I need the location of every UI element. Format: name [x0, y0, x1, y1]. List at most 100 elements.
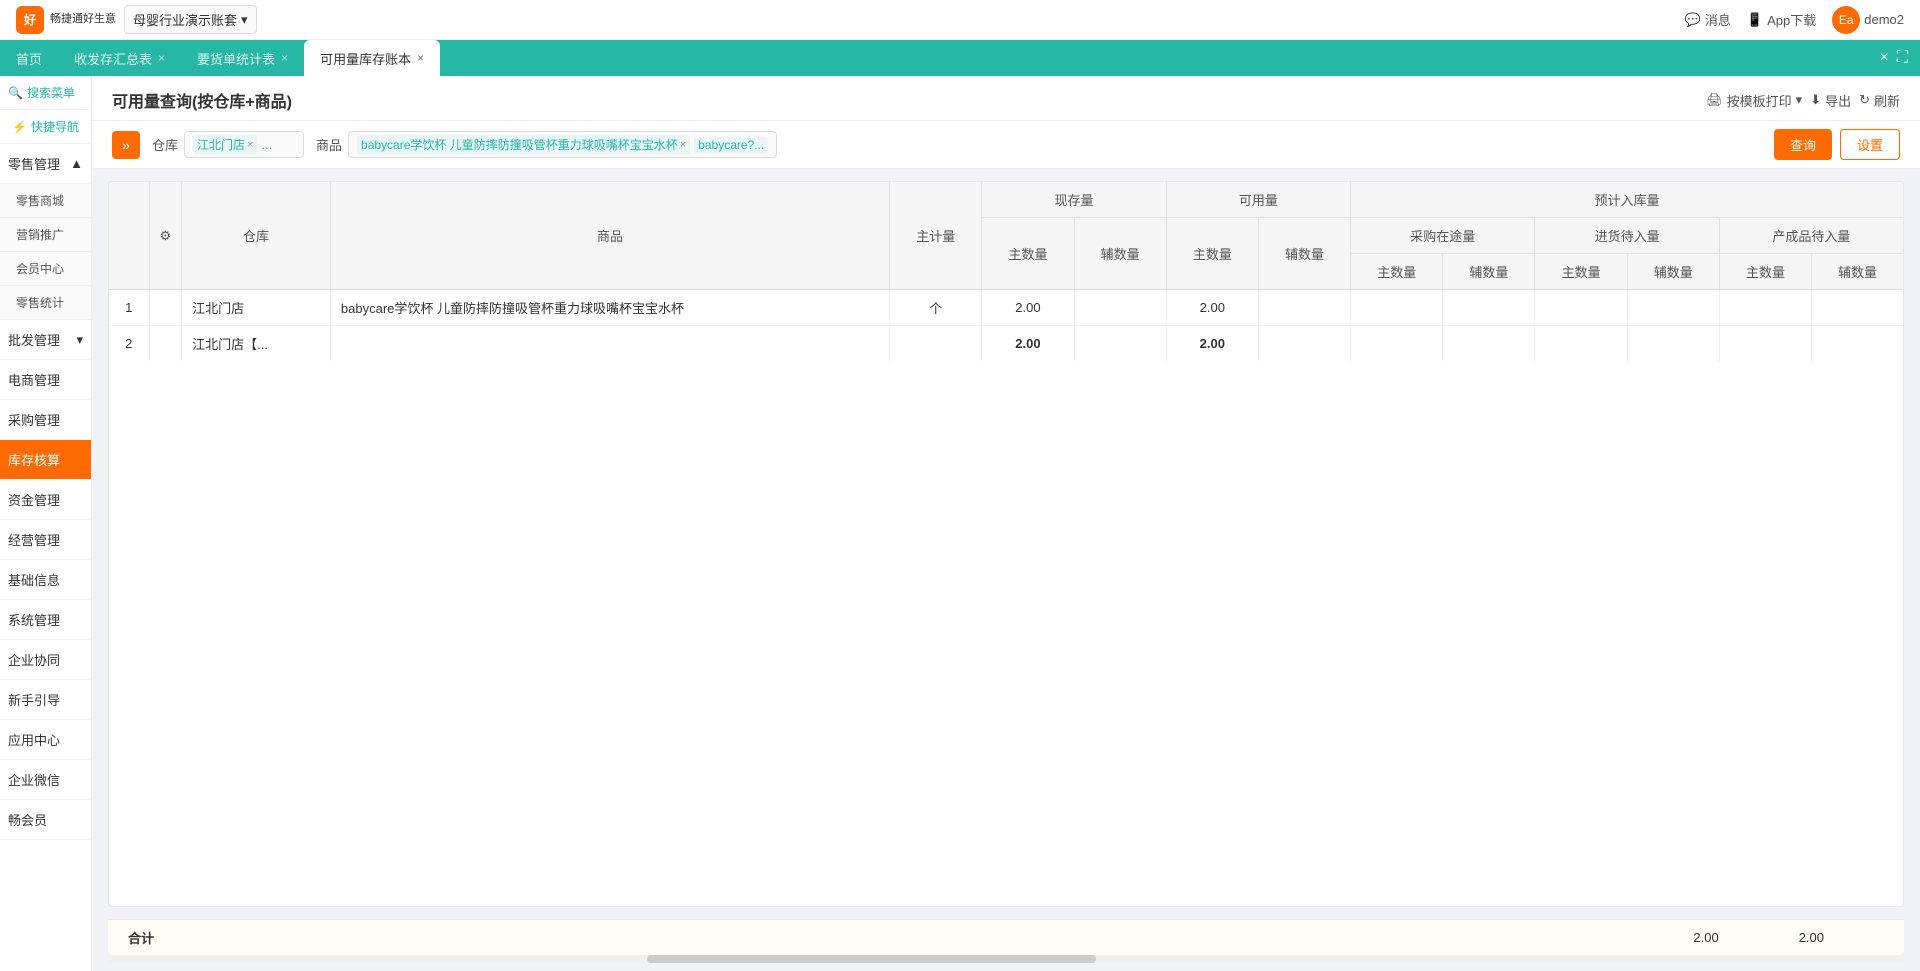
sidebar: 🔍 搜索菜单 ⚡ 快捷导航 零售管理 ▲ 零售商城 营销推广 会员中心 零售统计 [0, 76, 92, 971]
sidebar-item-purchase[interactable]: 采购管理 [0, 400, 91, 440]
th-stock-main: 主数量 [982, 218, 1074, 290]
filter-toggle-button[interactable]: » [112, 131, 140, 159]
td-pur-main-1 [1351, 290, 1443, 326]
message-icon: 💬 [1685, 12, 1701, 28]
td-in-main-1 [1535, 290, 1627, 326]
product-tag-1-close[interactable]: × [680, 139, 686, 151]
tab-requisition[interactable]: 要货单统计表 × [181, 40, 304, 76]
sidebar-item-new-guide[interactable]: 新手引导 [0, 680, 91, 720]
sidebar-item-marketing[interactable]: 营销推广 [0, 218, 91, 252]
query-button[interactable]: 查询 [1774, 129, 1832, 160]
td-product-1: babycare学饮杯 儿童防摔防撞吸管杯重力球吸嘴杯宝宝水杯 [330, 290, 889, 326]
filter-bar: » 仓库 江北门店 × ... 商品 babycare学饮杯 儿童防摔防撞吸管杯… [92, 121, 1920, 169]
product-tag-2: babycare?... [694, 137, 768, 153]
warehouse-label: 仓库 [152, 135, 178, 154]
app-download-button[interactable]: 📱 App下载 [1747, 10, 1816, 29]
refresh-button[interactable]: ↻ 刷新 [1859, 91, 1900, 110]
td-stock-main-2: 2.00 [982, 326, 1074, 362]
table-container[interactable]: ⚙ 仓库 商品 主计量 现存量 可用量 预计入库量 主数量 辅数量 主数量 辅数… [108, 181, 1904, 907]
td-avail-main-1: 2.00 [1166, 290, 1258, 326]
th-inbound-aux: 辅数量 [1627, 254, 1719, 290]
top-bar-left: 好 畅捷通好生意 母婴行业演示账套 ▾ [16, 5, 257, 34]
td-prod-main-2 [1719, 326, 1811, 362]
th-available-group: 可用量 [1166, 182, 1350, 218]
warehouse-more[interactable]: ... [261, 137, 272, 152]
settings-button[interactable]: 设置 [1840, 129, 1900, 160]
tab-receivable[interactable]: 收发存汇总表 × [58, 40, 181, 76]
sidebar-item-vip[interactable]: 畅会员 [0, 800, 91, 840]
sidebar-item-ecommerce[interactable]: 电商管理 [0, 360, 91, 400]
warehouse-tag: 江北门店 × [193, 135, 257, 154]
close-tab-receivable[interactable]: × [158, 51, 165, 65]
tab-available[interactable]: 可用量库存账本 × [304, 40, 440, 76]
td-in-main-2 [1535, 326, 1627, 362]
tab-home[interactable]: 首页 [0, 40, 58, 76]
th-rownum [109, 182, 149, 290]
sidebar-item-wholesale-mgmt[interactable]: 批发管理 ▾ [0, 320, 91, 360]
th-stock-group: 现存量 [982, 182, 1166, 218]
settings-icon[interactable]: ⚙ [160, 228, 172, 243]
sidebar-quick-nav[interactable]: ⚡ 快捷导航 [0, 110, 91, 144]
download-icon: 📱 [1747, 12, 1763, 28]
scroll-thumb[interactable] [647, 955, 1096, 963]
td-prod-aux-1 [1812, 290, 1903, 326]
product-label: 商品 [316, 135, 342, 154]
footer-available-total: 2.00 [1799, 930, 1824, 945]
td-pur-main-2 [1351, 326, 1443, 362]
product-value-input[interactable]: babycare学饮杯 儿童防摔防撞吸管杯重力球吸嘴杯宝宝水杯 × babyca… [348, 131, 777, 158]
sidebar-item-retail-stats[interactable]: 零售统计 [0, 286, 91, 320]
warehouse-value-input[interactable]: 江北门店 × ... [184, 131, 304, 158]
close-tab-requisition[interactable]: × [281, 51, 288, 65]
close-all-icon[interactable]: × [1879, 49, 1888, 67]
table-row: 2 江北门店【... 2.00 2.00 [109, 326, 1903, 362]
table-row: 1 江北门店 babycare学饮杯 儿童防摔防撞吸管杯重力球吸嘴杯宝宝水杯 个… [109, 290, 1903, 326]
sidebar-item-retail-mgmt[interactable]: 零售管理 ▲ [0, 144, 91, 184]
th-purchase-aux: 辅数量 [1443, 254, 1535, 290]
sidebar-item-operations[interactable]: 经营管理 [0, 520, 91, 560]
sidebar-item-member-center[interactable]: 会员中心 [0, 252, 91, 286]
content-area: 可用量查询(按仓库+商品) 🖨 按模板打印 ▾ ⬇ 导出 ↻ 刷新 » [92, 76, 1920, 971]
sidebar-item-basic-info[interactable]: 基础信息 [0, 560, 91, 600]
nav-actions: × ⛶ [1867, 49, 1920, 67]
user-menu[interactable]: Ea demo2 [1832, 6, 1904, 34]
th-planned-group: 预计入库量 [1351, 182, 1903, 218]
logo-text: 畅捷通好生意 [50, 12, 116, 26]
td-prod-main-1 [1719, 290, 1811, 326]
export-button[interactable]: ⬇ 导出 [1810, 91, 1851, 110]
td-stock-aux-2 [1074, 326, 1166, 362]
td-avail-main-2: 2.00 [1166, 326, 1258, 362]
nav-tabs: 首页 收发存汇总表 × 要货单统计表 × 可用量库存账本 × × ⛶ [0, 40, 1920, 76]
message-button[interactable]: 💬 消息 [1685, 10, 1731, 29]
sidebar-item-enterprise[interactable]: 企业协同 [0, 640, 91, 680]
td-settings-1 [149, 290, 182, 326]
td-in-aux-1 [1627, 290, 1719, 326]
export-icon: ⬇ [1810, 92, 1821, 108]
chevron-icon: ▲ [70, 156, 83, 171]
th-product-main: 主数量 [1719, 254, 1811, 290]
fullscreen-icon[interactable]: ⛶ [1897, 49, 1908, 67]
td-stock-main-1: 2.00 [982, 290, 1074, 326]
close-tab-available[interactable]: × [417, 51, 424, 65]
data-table: ⚙ 仓库 商品 主计量 现存量 可用量 预计入库量 主数量 辅数量 主数量 辅数… [109, 182, 1903, 361]
industry-selector[interactable]: 母婴行业演示账套 ▾ [124, 5, 257, 34]
warehouse-tag-close[interactable]: × [247, 139, 253, 151]
sidebar-item-finance[interactable]: 资金管理 [0, 480, 91, 520]
td-avail-aux-2 [1258, 326, 1350, 362]
td-warehouse-1: 江北门店 [182, 290, 331, 326]
chevron-down-icon: ▾ [241, 12, 248, 28]
print-icon: 🖨 [1706, 92, 1723, 108]
print-button[interactable]: 🖨 按模板打印 ▾ [1706, 91, 1802, 110]
sidebar-item-retail-mall[interactable]: 零售商城 [0, 184, 91, 218]
sidebar-item-app-center[interactable]: 应用中心 [0, 720, 91, 760]
sidebar-item-enterprise-wechat[interactable]: 企业微信 [0, 760, 91, 800]
th-product-aux: 辅数量 [1812, 254, 1903, 290]
sidebar-item-system-mgmt[interactable]: 系统管理 [0, 600, 91, 640]
logo-icon: 好 [16, 6, 44, 34]
scroll-indicator [108, 955, 1904, 963]
sidebar-item-inventory[interactable]: 库存核算 [0, 440, 91, 480]
th-available-main: 主数量 [1166, 218, 1258, 290]
td-warehouse-2: 江北门店【... [182, 326, 331, 362]
td-avail-aux-1 [1258, 290, 1350, 326]
logo-area: 好 畅捷通好生意 [16, 6, 116, 34]
sidebar-search[interactable]: 🔍 搜索菜单 [0, 76, 91, 110]
